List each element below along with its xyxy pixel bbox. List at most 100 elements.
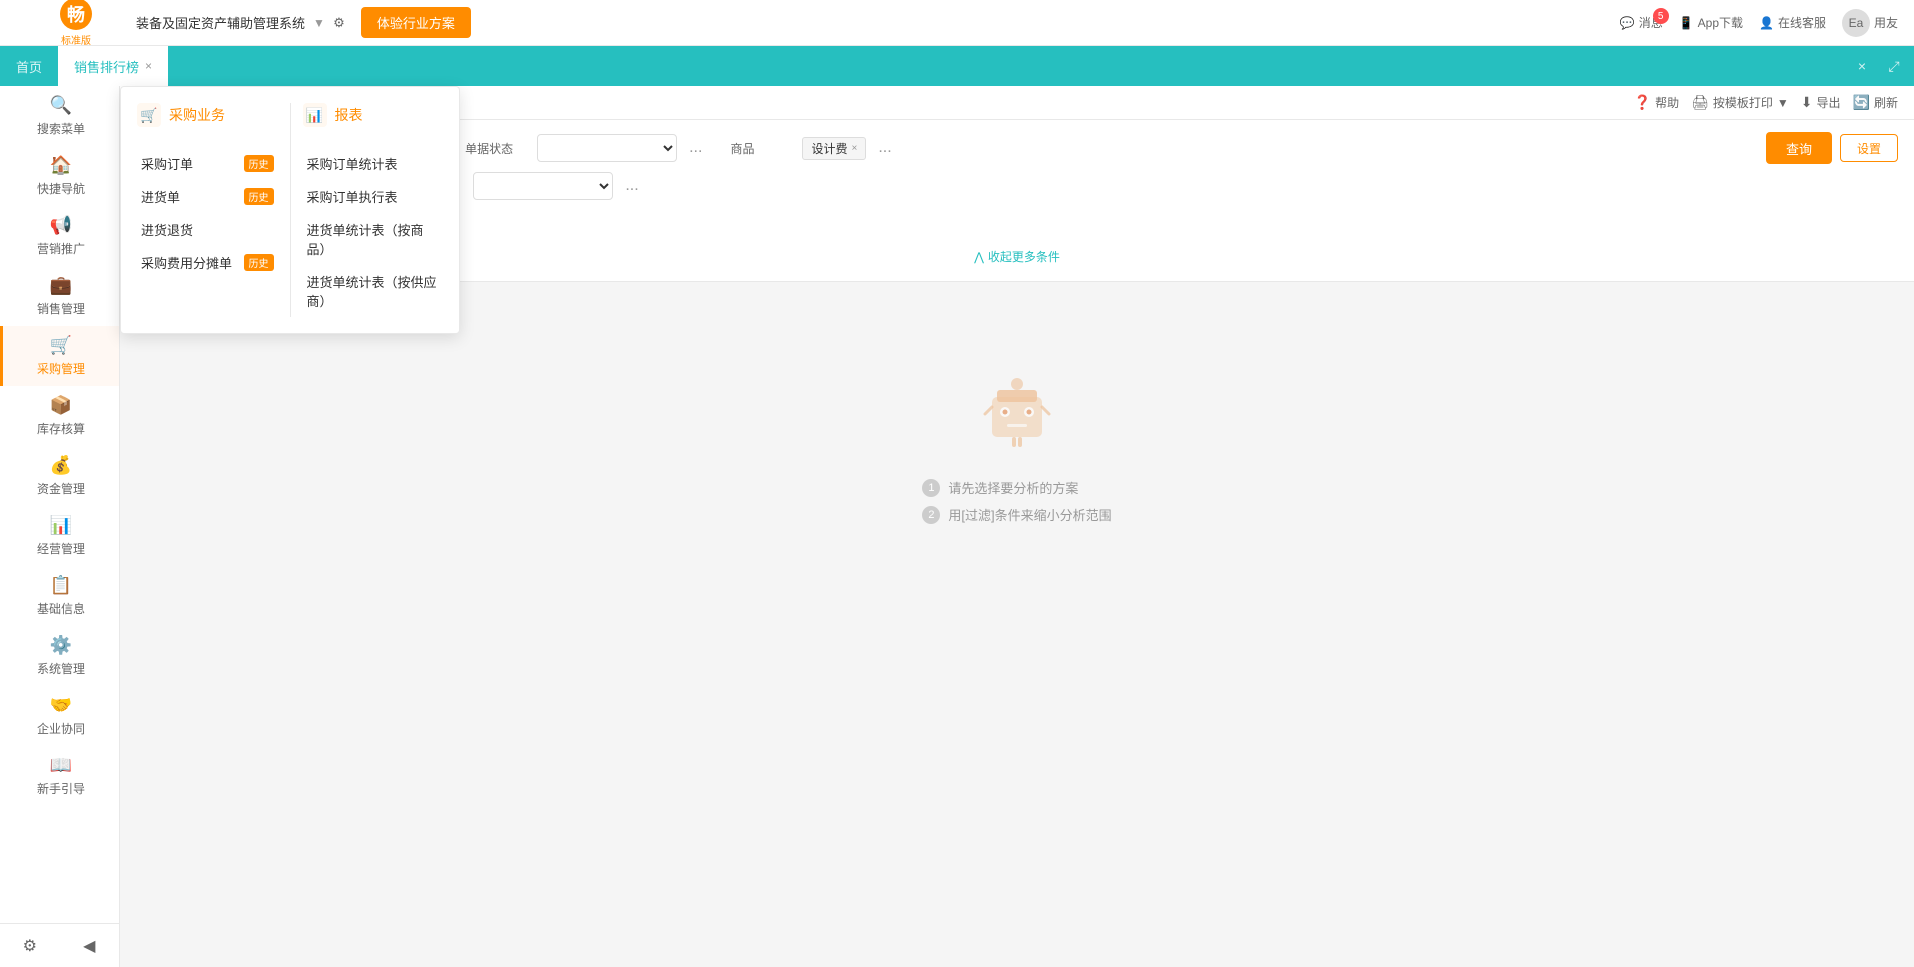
print-icon: 🖨 [1691, 94, 1709, 111]
sidebar-item-search[interactable]: 🔍 搜索菜单 [0, 86, 119, 146]
enterprise-icon: 🤝 [50, 695, 72, 716]
purchase-dropdown-menu: 🛒 采购业务 采购订单 历史 进货单 历史 进货退货 采购费用分摊单 历史 [120, 86, 460, 334]
collapse-button[interactable]: ⋀ 收起更多条件 [974, 248, 1060, 265]
message-button[interactable]: 💬 消息 5 [1620, 14, 1663, 31]
goods-dots[interactable]: ... [878, 139, 891, 157]
sidebar-collapse-button[interactable]: ◀ [73, 930, 105, 962]
dropdown-purchase-col: 🛒 采购业务 采购订单 历史 进货单 历史 进货退货 采购费用分摊单 历史 [137, 103, 278, 317]
top-header: 畅 标准版 装备及固定资产辅助管理系统 ▼ ⚙ 体验行业方案 💬 消息 5 📱 … [0, 0, 1914, 46]
search-icon: 🔍 [50, 95, 72, 116]
hint-num-1: 1 [922, 479, 940, 497]
sidebar: 🔍 搜索菜单 🏠 快捷导航 📢 营销推广 💼 销售管理 🛒 采购管理 📦 库存核… [0, 86, 120, 967]
sidebar-item-purchase[interactable]: 🛒 采购管理 [0, 326, 119, 386]
dropdown-cols: 🛒 采购业务 采购订单 历史 进货单 历史 进货退货 采购费用分摊单 历史 [137, 103, 443, 317]
export-icon: ⬇ [1801, 94, 1813, 111]
sales-icon: 💼 [50, 275, 72, 296]
purchase-section-icon: 🛒 [137, 103, 161, 127]
app-download-button[interactable]: 📱 App下载 [1679, 14, 1743, 31]
purchase-icon: 🛒 [50, 335, 72, 356]
sidebar-item-basic-info[interactable]: 📋 基础信息 [0, 566, 119, 626]
nav-tabs-right: × ⤢ [1850, 54, 1914, 78]
nav-tabs-bar: 首页 销售排行榜 × × ⤢ [0, 46, 1914, 86]
doc-status-dots[interactable]: ... [689, 139, 702, 157]
salesperson-select[interactable] [473, 172, 613, 200]
settings-button[interactable]: 设置 [1840, 134, 1898, 162]
service-icon: 👤 [1759, 16, 1774, 30]
inventory-icon: 📦 [50, 395, 72, 416]
dropdown-item-purchase-order-exec[interactable]: 采购订单执行表 [303, 180, 444, 213]
help-icon: ❓ [1634, 94, 1651, 111]
collapse-up-icon: ⋀ [974, 250, 984, 264]
basicinfo-icon: 📋 [50, 575, 72, 596]
help-button[interactable]: ❓ 帮助 [1634, 94, 1679, 111]
print-dropdown-icon[interactable]: ▼ [1777, 96, 1789, 110]
header-right: 💬 消息 5 📱 App下载 👤 在线客服 Ea 用友 [1620, 9, 1898, 37]
dropdown-report-col: 📊 报表 采购订单统计表 采购订单执行表 进货单统计表（按商品） 进货单统计表（… [303, 103, 444, 317]
dropdown-item-inbound-stat-supplier[interactable]: 进货单统计表（按供应商） [303, 265, 444, 317]
system-icon: ⚙️ [50, 635, 72, 656]
salesperson-dots[interactable]: ... [625, 177, 638, 195]
tab-home[interactable]: 首页 [0, 46, 58, 86]
sidebar-bottom: ⚙ ◀ [0, 923, 119, 967]
dropdown-item-inbound[interactable]: 进货单 历史 [137, 180, 278, 213]
refresh-button[interactable]: 🔄 刷新 [1853, 94, 1898, 111]
expand-window-button[interactable]: ⤢ [1882, 54, 1906, 78]
goods-tag: 设计费 × [802, 137, 866, 160]
history-badge-1: 历史 [244, 188, 274, 205]
sidebar-item-sales[interactable]: 💼 销售管理 [0, 266, 119, 326]
report-section-icon: 📊 [303, 103, 327, 127]
query-button[interactable]: 查询 [1766, 132, 1832, 164]
newbie-icon: 📖 [50, 755, 72, 776]
export-button[interactable]: ⬇ 导出 [1801, 94, 1841, 111]
dropdown-item-purchase-order-stat[interactable]: 采购订单统计表 [303, 147, 444, 180]
user-button[interactable]: Ea 用友 [1842, 9, 1898, 37]
operations-icon: 📊 [50, 515, 72, 536]
logo-icon: 畅 [60, 0, 92, 30]
sidebar-item-newbie[interactable]: 📖 新手引导 [0, 746, 119, 806]
sidebar-item-marketing[interactable]: 📢 营销推广 [0, 206, 119, 266]
home-icon: 🏠 [50, 155, 72, 176]
close-tab-icon[interactable]: × [145, 59, 152, 73]
trial-button[interactable]: 体验行业方案 [361, 7, 471, 38]
close-window-button[interactable]: × [1850, 54, 1874, 78]
dropdown-item-inbound-stat-goods[interactable]: 进货单统计表（按商品） [303, 213, 444, 265]
dropdown-item-purchase-order[interactable]: 采购订单 历史 [137, 147, 278, 180]
purchase-col-title: 采购业务 [169, 105, 225, 125]
sidebar-item-inventory[interactable]: 📦 库存核算 [0, 386, 119, 446]
sidebar-item-enterprise[interactable]: 🤝 企业协同 [0, 686, 119, 746]
avatar: Ea [1842, 9, 1870, 37]
refresh-icon: 🔄 [1853, 94, 1870, 111]
sidebar-item-system[interactable]: ⚙️ 系统管理 [0, 626, 119, 686]
goods-label: 商品 [730, 140, 790, 157]
dropdown-item-purchase-fee[interactable]: 采购费用分摊单 历史 [137, 246, 278, 279]
logo-area: 畅 标准版 [16, 0, 136, 47]
report-col-header: 📊 报表 [303, 103, 444, 135]
print-button[interactable]: 🖨 按模板打印 ▼ [1691, 94, 1789, 111]
history-badge-0: 历史 [244, 155, 274, 172]
doc-status-label: 单据状态 [465, 140, 525, 157]
title-dropdown-icon[interactable]: ▼ [313, 16, 325, 30]
empty-hint-2: 2 用[过滤]条件来缩小分析范围 [922, 505, 1111, 524]
sidebar-settings-button[interactable]: ⚙ [14, 930, 46, 962]
logo-subtitle: 标准版 [61, 32, 91, 47]
empty-hints: 1 请先选择要分析的方案 2 用[过滤]条件来缩小分析范围 [922, 478, 1111, 524]
settings-gear-button[interactable]: ⚙ [325, 9, 353, 37]
sidebar-item-operations[interactable]: 📊 经营管理 [0, 506, 119, 566]
dropdown-item-inbound-return[interactable]: 进货退货 [137, 213, 278, 246]
message-icon: 💬 [1620, 16, 1635, 30]
empty-hint-1: 1 请先选择要分析的方案 [922, 478, 1111, 497]
empty-illustration [967, 362, 1067, 462]
system-title-area: 装备及固定资产辅助管理系统 ▼ ⚙ 体验行业方案 [136, 7, 1620, 38]
finance-icon: 💰 [50, 455, 72, 476]
sidebar-item-quick-nav[interactable]: 🏠 快捷导航 [0, 146, 119, 206]
goods-tag-close[interactable]: × [851, 143, 857, 154]
hint-num-2: 2 [922, 506, 940, 524]
report-col-title: 报表 [335, 105, 363, 125]
doc-status-select[interactable] [537, 134, 677, 162]
sidebar-item-finance[interactable]: 💰 资金管理 [0, 446, 119, 506]
message-badge: 5 [1653, 8, 1669, 24]
phone-icon: 📱 [1679, 16, 1694, 30]
online-service-button[interactable]: 👤 在线客服 [1759, 14, 1826, 31]
tab-sales-rank[interactable]: 销售排行榜 × [58, 46, 168, 86]
dropdown-divider [290, 103, 291, 317]
